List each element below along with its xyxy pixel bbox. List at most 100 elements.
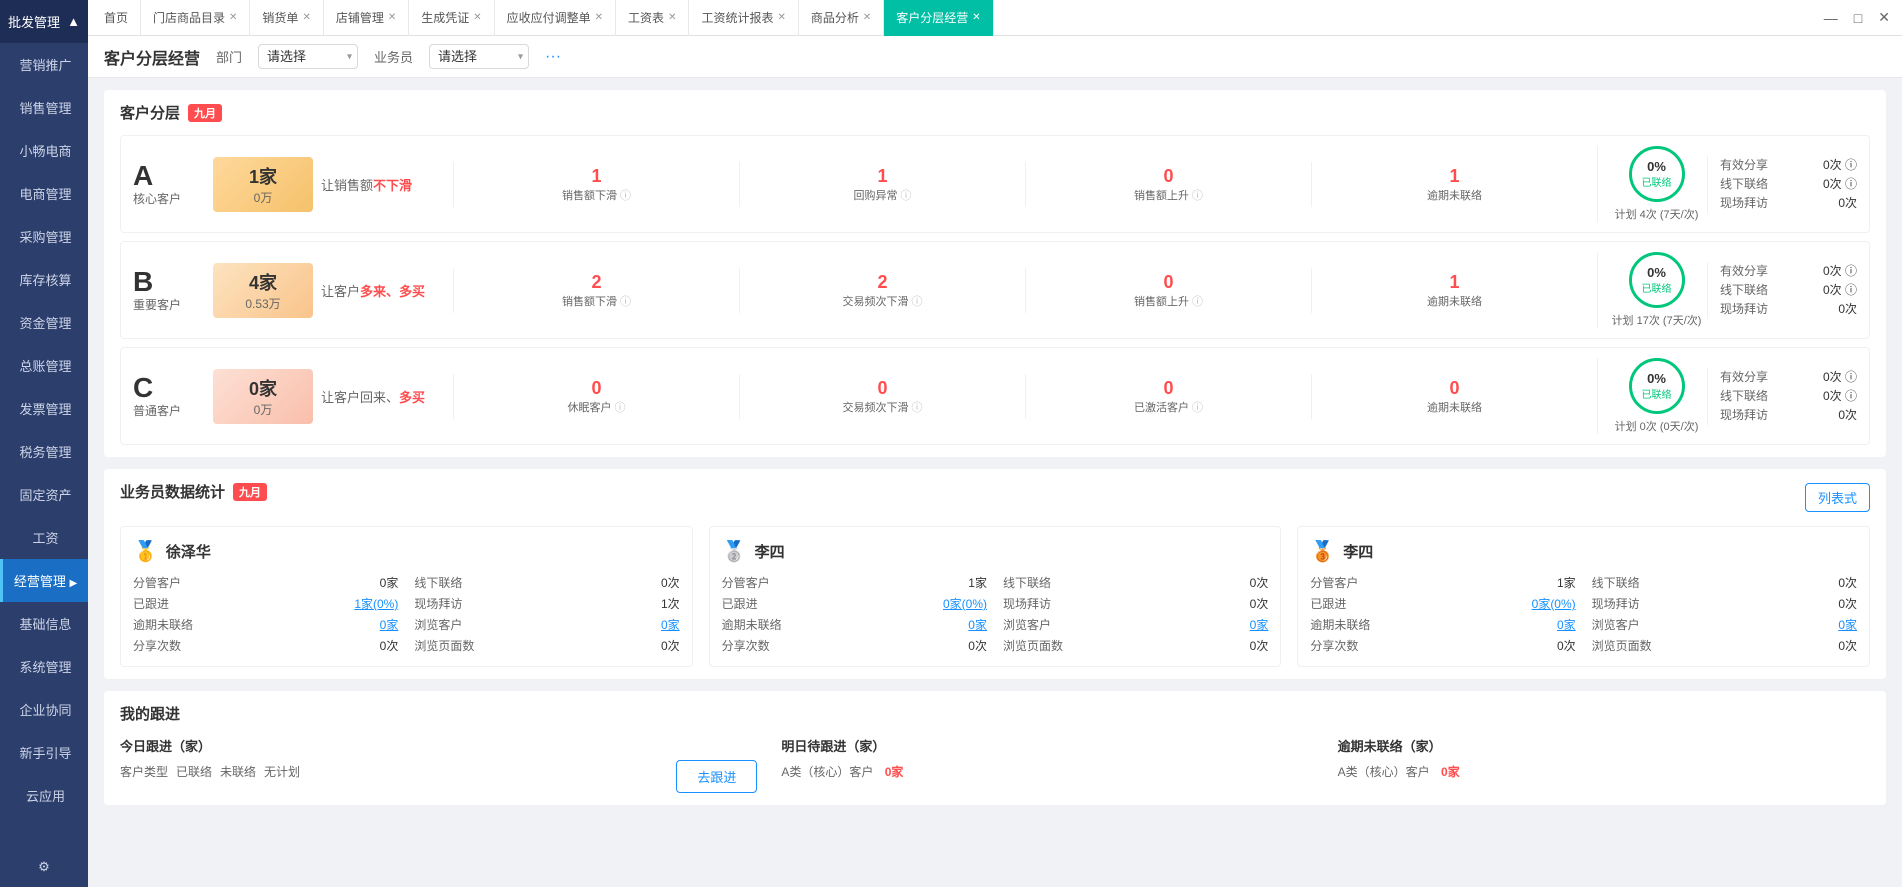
tab-close-icon[interactable]: ✕ (595, 12, 603, 23)
sidebar-item-ecommerce-small[interactable]: 小畅电商 (0, 129, 88, 172)
contact-circle-B: 0% 已联络 (1629, 252, 1685, 308)
info-icon: ⓘ (912, 293, 923, 309)
tab-home[interactable]: 首页 (92, 0, 141, 36)
tier-B-metric-4[interactable]: 1 逾期未联络 (1311, 268, 1597, 313)
tier-B-metric-2[interactable]: 2 交易频次下滑 ⓘ (739, 268, 1025, 313)
sidebar-item-cloud[interactable]: 云应用 (0, 774, 88, 817)
tier-C-right-stats: 有效分享 0次 ⓘ 线下联络 0次 ⓘ 现场拜访 0次 (1707, 368, 1857, 425)
tab-ar-adjust[interactable]: 应收应付调整单 ✕ (495, 0, 616, 36)
biz-header: 业务员数据统计 九月 列表式 (120, 481, 1870, 514)
sidebar-item-tax[interactable]: 税务管理 (0, 430, 88, 473)
tier-row-C: C 普通客户 0家 0万 让客户回来、多买 0 休眠客户 (120, 347, 1870, 445)
customer-tier-title: 客户分层 九月 (120, 102, 1870, 123)
sidebar-item-system[interactable]: 系统管理 (0, 645, 88, 688)
sidebar-item-purchase[interactable]: 采购管理 (0, 215, 88, 258)
sidebar-item-ledger[interactable]: 总账管理 (0, 344, 88, 387)
staff-select-wrapper: 请选择 (429, 44, 529, 69)
tab-minimize-icon[interactable]: — (1820, 8, 1842, 28)
tier-C-metric-1[interactable]: 0 休眠客户 ⓘ (453, 374, 739, 419)
sidebar-item-marketing[interactable]: 营销推广 (0, 43, 88, 86)
tier-A-label: A 核心客户 (133, 162, 213, 207)
info-icon: ⓘ (615, 399, 626, 415)
sidebar-item-basic[interactable]: 基础信息 (0, 602, 88, 645)
tab-close-icon-active[interactable]: ✕ (972, 12, 980, 23)
biz-card-2-header: 🥈 李四 (722, 539, 1269, 564)
info-icon: ⓘ (1192, 399, 1203, 415)
sidebar-item-invoice[interactable]: 发票管理 (0, 387, 88, 430)
tier-C-metric-4[interactable]: 0 逾期未联络 (1311, 374, 1597, 419)
biz-card-1: 🥇 徐泽华 分管客户 0家 线下联络 0次 已跟进 (120, 526, 693, 667)
contact-plan-B[interactable]: 计划 17次 (7天/次) (1606, 312, 1707, 328)
tab-customer-tier[interactable]: 客户分层经营 ✕ (884, 0, 993, 36)
tab-sales-order[interactable]: 销货单 ✕ (250, 0, 323, 36)
tier-C-metric-2[interactable]: 0 交易频次下滑 ⓘ (739, 374, 1025, 419)
contact-plan-C[interactable]: 计划 0次 (0天/次) (1606, 418, 1707, 434)
tier-B-metric-1[interactable]: 2 销售额下滑 ⓘ (453, 268, 739, 313)
tab-bar: 首页 门店商品目录 ✕ 销货单 ✕ 店铺管理 ✕ 生成凭证 ✕ 应收应付调整单 … (88, 0, 1902, 36)
tier-A-count[interactable]: 1家 0万 (213, 157, 313, 212)
tier-A-motto: 让销售额不下滑 (321, 175, 441, 194)
tab-close-icon[interactable]: ✕ (302, 12, 310, 23)
content-area: 客户分层 九月 A 核心客户 1家 0万 让销售额不下滑 (88, 78, 1902, 887)
tab-product-analysis[interactable]: 商品分析 ✕ (799, 0, 884, 36)
followup-today-title: 今日跟进（家） (120, 736, 652, 755)
tier-C-label: C 普通客户 (133, 374, 213, 419)
tab-close-icon[interactable]: ✕ (777, 12, 785, 23)
tier-A-metric-4[interactable]: 1 逾期未联络 (1311, 162, 1597, 207)
tab-payroll-report[interactable]: 工资统计报表 ✕ (689, 0, 798, 36)
sidebar-item-collab[interactable]: 企业协同 (0, 688, 88, 731)
biz-card-3-header: 🥉 李四 (1310, 539, 1857, 564)
list-view-button[interactable]: 列表式 (1805, 483, 1870, 512)
more-options-btn[interactable]: ··· (545, 48, 561, 66)
tier-A-metric-1[interactable]: 1 销售额下滑 ⓘ (453, 162, 739, 207)
staff-select[interactable]: 请选择 (429, 44, 529, 69)
toolbar: 客户分层经营 部门 请选择 业务员 请选择 ··· (88, 36, 1902, 78)
tab-close-all-icon[interactable]: ✕ (1874, 7, 1894, 28)
tab-close-icon[interactable]: ✕ (863, 12, 871, 23)
tier-A-right-stats: 有效分享 0次 ⓘ 线下联络 0次 ⓘ 现场拜访 0次 (1707, 156, 1857, 213)
tab-close-icon[interactable]: ✕ (668, 12, 676, 23)
sidebar-item-payroll[interactable]: 工资 (0, 516, 88, 559)
sidebar-item-inventory[interactable]: 库存核算 (0, 258, 88, 301)
sidebar-item-sales[interactable]: 销售管理 (0, 86, 88, 129)
tier-grid: A 核心客户 1家 0万 让销售额不下滑 1 销售额下滑 (120, 135, 1870, 445)
tier-C-metrics: 0 休眠客户 ⓘ 0 交易频次下滑 ⓘ (453, 374, 1597, 419)
contact-circle-A: 0% 已联络 (1629, 146, 1685, 202)
tier-C-count[interactable]: 0家 0万 (213, 369, 313, 424)
contact-plan-A[interactable]: 计划 4次 (7天/次) (1606, 206, 1707, 222)
biz-card-1-header: 🥇 徐泽华 (133, 539, 680, 564)
tab-close-icon[interactable]: ✕ (388, 12, 396, 23)
customer-tier-section: 客户分层 九月 A 核心客户 1家 0万 让销售额不下滑 (104, 90, 1886, 457)
tier-A-metric-2[interactable]: 1 回购异常 ⓘ (739, 162, 1025, 207)
sidebar-header[interactable]: 批发管理 ▲ (0, 0, 88, 43)
tab-close-icon[interactable]: ✕ (473, 12, 481, 23)
goto-followup-button[interactable]: 去跟进 (676, 760, 757, 793)
followup-tomorrow: 明日待跟进（家） A类（核心）客户 0家 (781, 736, 1313, 780)
tier-B-count[interactable]: 4家 0.53万 (213, 263, 313, 318)
tier-A-metrics: 1 销售额下滑 ⓘ 1 回购异常 ⓘ (453, 162, 1597, 207)
sidebar-item-finance[interactable]: 资金管理 (0, 301, 88, 344)
tab-voucher[interactable]: 生成凭证 ✕ (409, 0, 494, 36)
tier-B-contact: 0% 已联络 计划 17次 (7天/次) (1597, 252, 1707, 328)
followup-overdue: 逾期未联络（家） A类（核心）客户 0家 (1338, 736, 1870, 780)
sidebar-item-guide[interactable]: 新手引导 (0, 731, 88, 774)
tier-B-metric-3[interactable]: 0 销售额上升 ⓘ (1025, 268, 1311, 313)
tier-A-metric-3[interactable]: 0 销售额上升 ⓘ (1025, 162, 1311, 207)
sidebar-item-assets[interactable]: 固定资产 (0, 473, 88, 516)
tier-C-metric-3[interactable]: 0 已激活客户 ⓘ (1025, 374, 1311, 419)
tab-payroll[interactable]: 工资表 ✕ (616, 0, 689, 36)
info-icon: ⓘ (901, 187, 912, 203)
sidebar-settings[interactable]: ⚙ (0, 847, 88, 887)
biz-card-2: 🥈 李四 分管客户 1家 线下联络 0次 已跟进 (709, 526, 1282, 667)
sidebar-item-ecommerce[interactable]: 电商管理 (0, 172, 88, 215)
tab-store-products[interactable]: 门店商品目录 ✕ (141, 0, 250, 36)
tab-actions: — □ ✕ (1820, 7, 1902, 28)
biz-stats-section: 业务员数据统计 九月 列表式 🥇 徐泽华 分管客户 0家 (104, 469, 1886, 679)
tab-close-icon[interactable]: ✕ (229, 12, 237, 23)
dept-select-wrapper: 请选择 (258, 44, 358, 69)
dept-select[interactable]: 请选择 (258, 44, 358, 69)
tab-maximize-icon[interactable]: □ (1850, 8, 1866, 28)
main-area: 首页 门店商品目录 ✕ 销货单 ✕ 店铺管理 ✕ 生成凭证 ✕ 应收应付调整单 … (88, 0, 1902, 887)
tab-store-mgmt[interactable]: 店铺管理 ✕ (324, 0, 409, 36)
sidebar-item-management[interactable]: 经营管理 ▶ (0, 559, 88, 602)
